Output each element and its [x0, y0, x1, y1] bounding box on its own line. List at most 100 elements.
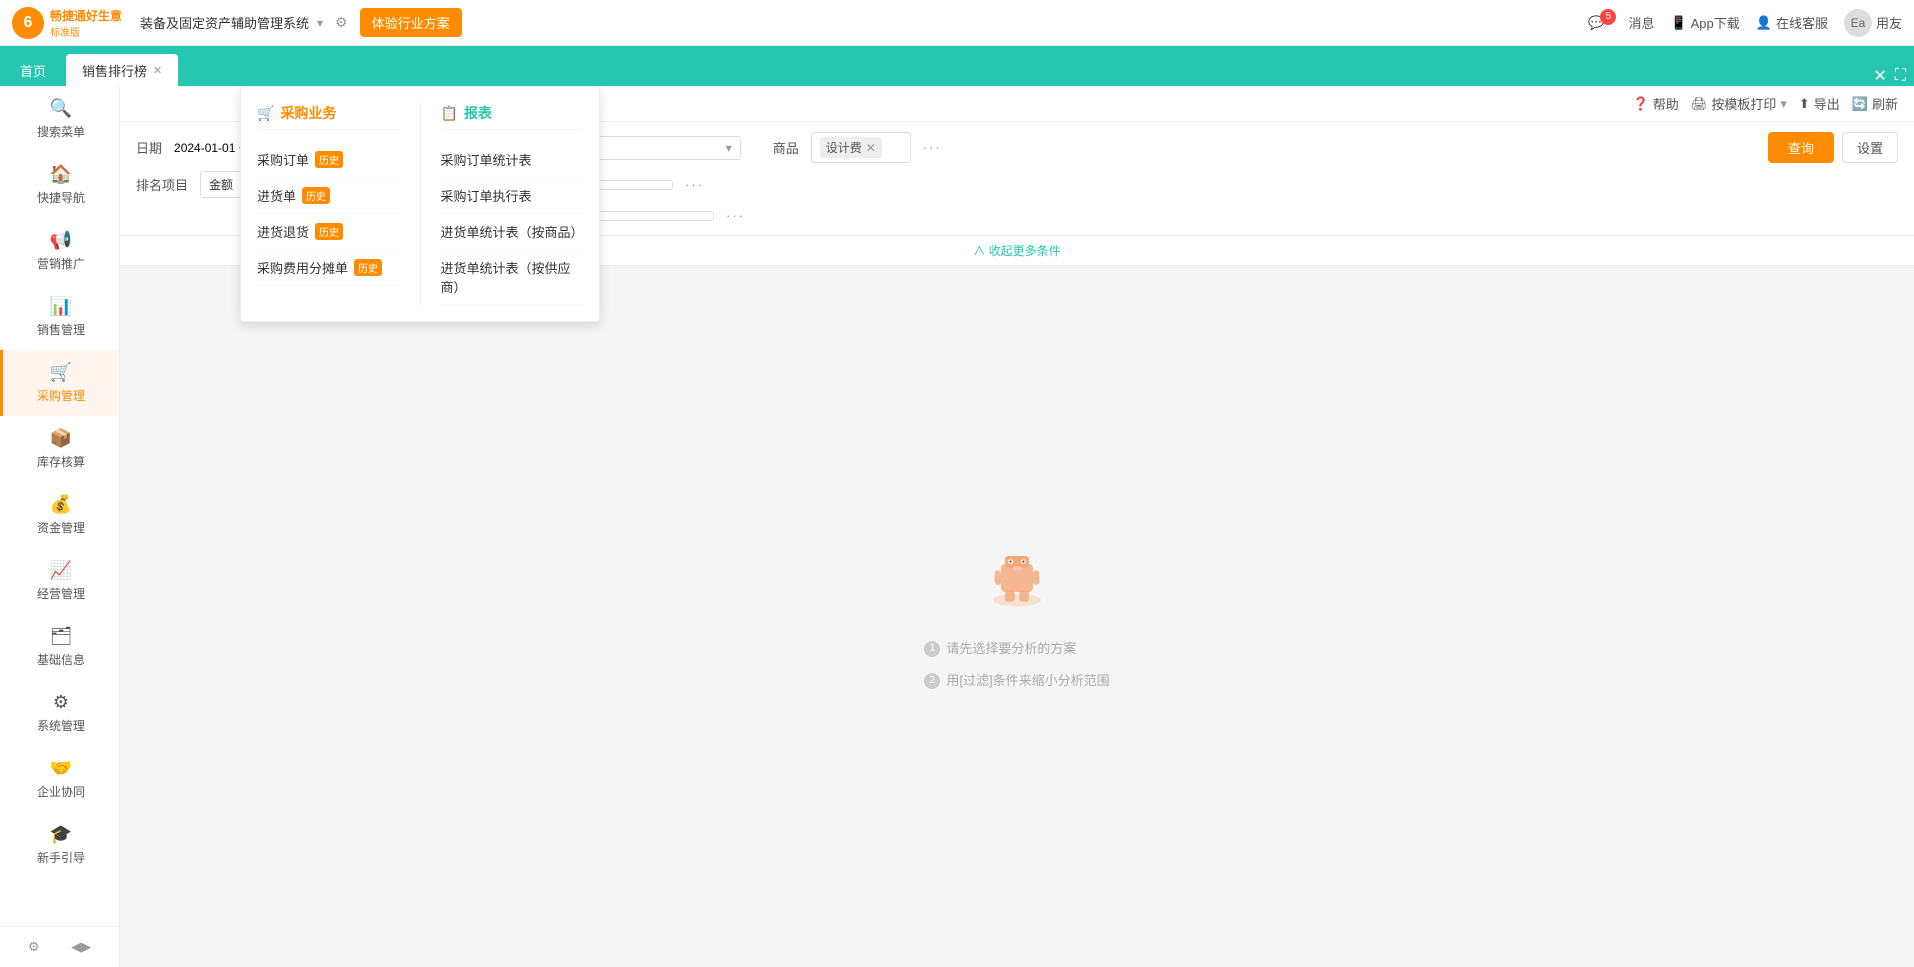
sidebar-item-collaboration[interactable]: 🤝 企业协同: [0, 746, 119, 812]
tab-sales-ranking[interactable]: 销售排行榜 ✕: [66, 54, 178, 86]
goods-tag: 设计费 ✕: [820, 137, 882, 158]
settings-bottom-icon[interactable]: ⚙: [28, 939, 40, 955]
date-label: 日期: [136, 138, 162, 157]
dropdown-item-purchase-inbound[interactable]: 进货单 历史: [257, 178, 400, 214]
salesman-more-btn[interactable]: ···: [685, 177, 704, 192]
collapse-icon: ∧: [973, 244, 985, 258]
empty-step-2: 2 用[过滤]条件来缩小分析范围: [924, 668, 1109, 694]
system-title: 装备及固定资产辅助管理系统: [140, 13, 309, 32]
hist-badge-3: 历史: [354, 259, 382, 276]
sidebar-item-system[interactable]: ⚙ 系统管理: [0, 680, 119, 746]
filter-actions: 查询 设置: [1768, 132, 1898, 163]
reports-col-icon: 📋: [441, 105, 458, 122]
rank-label: 排名项目: [136, 175, 188, 194]
sidebar-item-inventory[interactable]: 📦 库存核算: [0, 416, 119, 482]
customer-more-btn[interactable]: ···: [726, 208, 745, 223]
finance-icon: 💰: [50, 494, 72, 515]
avatar: Ea: [1844, 9, 1872, 37]
dropdown-arrow-icon[interactable]: ▾: [317, 16, 323, 30]
logo-area: 6 畅捷通好生意 标准版: [12, 7, 132, 39]
tab-close-icon[interactable]: ✕: [153, 64, 162, 77]
purchase-icon: 🛒: [50, 362, 72, 383]
inventory-icon: 📦: [50, 428, 72, 449]
logo-icon: 6: [12, 7, 44, 39]
empty-step-1: 1 请先选择要分析的方案: [924, 636, 1109, 662]
phone-icon: 📱: [1670, 15, 1686, 31]
app-download-item[interactable]: 📱 App下载: [1670, 13, 1739, 32]
status-dropdown-icon: ▾: [726, 141, 732, 155]
logo-text: 畅捷通好生意 标准版: [50, 7, 122, 39]
goods-more-btn[interactable]: ···: [923, 140, 942, 155]
help-icon: ❓: [1633, 96, 1649, 112]
sales-icon: 📊: [50, 296, 72, 317]
search-icon: 🔍: [50, 98, 72, 119]
refresh-button[interactable]: 🔄 刷新: [1852, 94, 1898, 113]
sidebar-item-navigation[interactable]: 🏠 快捷导航: [0, 152, 119, 218]
sidebar-item-operations[interactable]: 📈 经营管理: [0, 548, 119, 614]
sidebar-bottom: ⚙ ◀▶: [0, 926, 119, 967]
dropdown-item-report-inbound-goods[interactable]: 进货单统计表（按商品）: [441, 214, 584, 250]
main-area: 🔍 搜索菜单 🏠 快捷导航 📢 营销推广 📊 销售管理 🛒 采购管理 📦 库存核…: [0, 86, 1914, 967]
header-right: 💬 5 消息 📱 App下载 👤 在线客服 Ea 用友: [1588, 9, 1902, 37]
gear-icon[interactable]: ⚙: [335, 14, 348, 31]
help-button[interactable]: ❓ 帮助: [1633, 94, 1679, 113]
export-icon: ⬆: [1799, 96, 1810, 112]
guide-icon: 🎓: [50, 824, 72, 845]
service-icon: 👤: [1756, 15, 1772, 31]
sidebar-item-purchase[interactable]: 🛒 采购管理: [0, 350, 119, 416]
dropdown-item-report-order-stats[interactable]: 采购订单统计表: [441, 142, 584, 178]
sidebar-item-finance[interactable]: 💰 资金管理: [0, 482, 119, 548]
sidebar-item-marketing[interactable]: 📢 营销推广: [0, 218, 119, 284]
online-service-item[interactable]: 👤 在线客服: [1756, 13, 1828, 32]
print-button[interactable]: 🖨 按模板打印 ▾: [1691, 94, 1787, 113]
tab-home[interactable]: 首页: [4, 54, 62, 86]
goods-label: 商品: [773, 138, 799, 157]
purchase-dropdown-menu: 🛒 采购业务 采购订单 历史 进货单 历史 进货退货 历史 采购费用分摊单: [240, 86, 600, 322]
close-window-icon[interactable]: ✕: [1873, 66, 1886, 86]
marketing-icon: 📢: [50, 230, 72, 251]
refresh-icon: 🔄: [1852, 96, 1868, 112]
empty-text: 1 请先选择要分析的方案 2 用[过滤]条件来缩小分析范围: [924, 636, 1109, 694]
maximize-icon[interactable]: ⛶: [1895, 67, 1906, 85]
dropdown-divider: [420, 103, 421, 305]
hist-badge-2: 历史: [315, 223, 343, 240]
dropdown-item-report-inbound-supplier[interactable]: 进货单统计表（按供应商）: [441, 250, 584, 305]
goods-tag-remove[interactable]: ✕: [866, 141, 876, 155]
query-button[interactable]: 查询: [1768, 132, 1834, 163]
system-title-area: 装备及固定资产辅助管理系统 ▾ ⚙: [140, 13, 348, 32]
home-icon: 🏠: [50, 164, 72, 185]
sidebar-item-guide[interactable]: 🎓 新手引导: [0, 812, 119, 878]
collaboration-icon: 🤝: [50, 758, 72, 779]
system-icon: ⚙: [53, 692, 69, 713]
empty-state: 1 请先选择要分析的方案 2 用[过滤]条件来缩小分析范围: [120, 266, 1914, 967]
message-item[interactable]: 💬 5 消息: [1588, 13, 1654, 32]
sidebar-item-search[interactable]: 🔍 搜索菜单: [0, 86, 119, 152]
collapse-sidebar-icon[interactable]: ◀▶: [71, 939, 91, 955]
purchase-col-icon: 🛒: [257, 105, 274, 122]
goods-input[interactable]: 设计费 ✕: [811, 132, 911, 163]
content-area: ❓ 帮助 🖨 按模板打印 ▾ ⬆ 导出 🔄 刷新 日期: [120, 86, 1914, 967]
dropdown-item-purchase-expense[interactable]: 采购费用分摊单 历史: [257, 250, 400, 286]
hist-badge-0: 历史: [315, 151, 343, 168]
export-button[interactable]: ⬆ 导出: [1799, 94, 1840, 113]
base-info-icon: 🗂: [50, 626, 73, 647]
reports-title: 📋 报表: [441, 103, 584, 130]
industry-button[interactable]: 体验行业方案: [360, 8, 462, 37]
purchase-business-title: 🛒 采购业务: [257, 103, 400, 130]
dropdown-item-purchase-return[interactable]: 进货退货 历史: [257, 214, 400, 250]
reports-col: 📋 报表 采购订单统计表 采购订单执行表 进货单统计表（按商品） 进货单统计表（…: [441, 103, 584, 305]
settings-button[interactable]: 设置: [1842, 132, 1898, 163]
sidebar: 🔍 搜索菜单 🏠 快捷导航 📢 营销推广 📊 销售管理 🛒 采购管理 📦 库存核…: [0, 86, 120, 967]
sidebar-item-base-info[interactable]: 🗂 基础信息: [0, 614, 119, 680]
sidebar-item-sales[interactable]: 📊 销售管理: [0, 284, 119, 350]
tab-bar: 首页 销售排行榜 ✕ ✕ ⛶: [0, 46, 1914, 86]
print-icon: 🖨: [1691, 96, 1708, 112]
dropdown-item-purchase-order[interactable]: 采购订单 历史: [257, 142, 400, 178]
empty-illustration: [977, 540, 1057, 620]
dropdown-item-report-order-exec[interactable]: 采购订单执行表: [441, 178, 584, 214]
user-item[interactable]: Ea 用友: [1844, 9, 1902, 37]
top-header: 6 畅捷通好生意 标准版 装备及固定资产辅助管理系统 ▾ ⚙ 体验行业方案 💬 …: [0, 0, 1914, 46]
hist-badge-1: 历史: [302, 187, 330, 204]
print-arrow-icon: ▾: [1780, 96, 1787, 112]
purchase-business-col: 🛒 采购业务 采购订单 历史 进货单 历史 进货退货 历史 采购费用分摊单: [257, 103, 400, 305]
